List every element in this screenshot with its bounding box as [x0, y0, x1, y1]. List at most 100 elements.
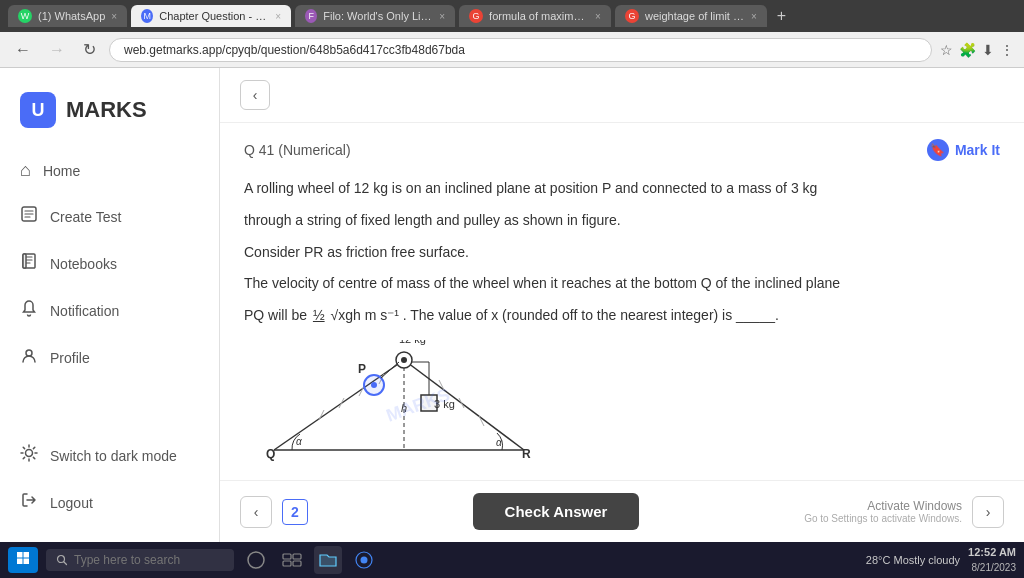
prev-question-button[interactable]: ‹ [240, 496, 272, 528]
svg-text:P: P [358, 362, 366, 376]
tab-filo[interactable]: F Filo: World's Only Live Inst... × [295, 5, 455, 27]
sidebar: U MARKS ⌂ Home Create Test [0, 68, 220, 542]
tab-close-marks[interactable]: × [275, 11, 281, 22]
physics-figure: P 12 kg 3 kg Q R h α α MARKS [244, 340, 564, 470]
logo-icon: U [20, 92, 56, 128]
svg-text:Q: Q [266, 447, 275, 461]
logout-icon [20, 491, 38, 514]
sidebar-item-dark-mode[interactable]: Switch to dark mode [0, 432, 219, 479]
profile-icon [20, 346, 38, 369]
mark-it-icon: 🔖 [927, 139, 949, 161]
browser-chrome: W (1) WhatsApp × M Chapter Question - MA… [0, 0, 1024, 32]
taskbar: 28°C Mostly cloudy 12:52 AM 8/21/2023 [0, 542, 1024, 578]
content-header: ‹ [220, 68, 1024, 123]
taskbar-chrome[interactable] [350, 546, 378, 574]
profile-label: Profile [50, 350, 90, 366]
back-content-button[interactable]: ‹ [240, 80, 270, 110]
figure-container: P 12 kg 3 kg Q R h α α MARKS [244, 340, 1000, 470]
question-line-3: Consider PR as friction free surface. [244, 241, 1000, 265]
svg-line-6 [274, 360, 404, 450]
svg-rect-41 [283, 561, 291, 566]
question-meta: Q 41 (Numerical) 🔖 Mark It [244, 139, 1000, 161]
tab-whatsapp[interactable]: W (1) WhatsApp × [8, 5, 127, 27]
svg-rect-40 [293, 554, 301, 559]
extensions-icon[interactable]: 🧩 [959, 42, 976, 58]
svg-point-3 [26, 350, 32, 356]
svg-rect-33 [17, 552, 23, 558]
question-area: Q 41 (Numerical) 🔖 Mark It A rolling whe… [220, 123, 1024, 480]
forward-button[interactable]: → [44, 39, 70, 61]
sidebar-item-notebooks[interactable]: Notebooks [0, 240, 219, 287]
tab-google1[interactable]: G formula of maximum elong... × [459, 5, 611, 27]
notification-label: Notification [50, 303, 119, 319]
dark-mode-label: Switch to dark mode [50, 448, 177, 464]
address-input[interactable] [109, 38, 932, 62]
question-line-1: A rolling wheel of 12 kg is on an inclin… [244, 177, 1000, 201]
svg-rect-2 [23, 254, 26, 268]
back-button[interactable]: ← [10, 39, 36, 61]
tab-close-g1[interactable]: × [595, 11, 601, 22]
check-answer-button[interactable]: Check Answer [473, 493, 640, 530]
fraction-symbol: ½ [313, 307, 325, 323]
svg-point-17 [401, 357, 407, 363]
tab-google2[interactable]: G weightage of limit continuit... × [615, 5, 767, 27]
toolbar-icons: ☆ 🧩 ⬇ ⋮ [940, 42, 1014, 58]
address-bar: ← → ↻ ☆ 🧩 ⬇ ⋮ [0, 32, 1024, 68]
menu-icon[interactable]: ⋮ [1000, 42, 1014, 58]
start-button[interactable] [8, 547, 38, 573]
marks-favicon: M [141, 9, 153, 23]
home-icon: ⌂ [20, 160, 31, 181]
svg-text:12 kg: 12 kg [399, 340, 426, 345]
notebooks-label: Notebooks [50, 256, 117, 272]
mark-it-button[interactable]: 🔖 Mark It [927, 139, 1000, 161]
answer-number: 2 [282, 499, 308, 525]
svg-point-4 [26, 450, 33, 457]
svg-rect-36 [24, 559, 30, 565]
sidebar-item-logout[interactable]: Logout [0, 479, 219, 526]
svg-point-44 [361, 557, 368, 564]
question-line-4: The velocity of centre of mass of the wh… [244, 272, 1000, 296]
notebooks-icon [20, 252, 38, 275]
taskbar-cortana[interactable] [242, 546, 270, 574]
tab-close-g2[interactable]: × [751, 11, 757, 22]
bottom-navigation: ‹ 2 Check Answer Activate Windows Go to … [220, 480, 1024, 542]
sidebar-item-profile[interactable]: Profile [0, 334, 219, 381]
sidebar-item-notification[interactable]: Notification [0, 287, 219, 334]
svg-text:R: R [522, 447, 531, 461]
logout-label: Logout [50, 495, 93, 511]
content-area: ‹ Q 41 (Numerical) 🔖 Mark It A rolling w… [220, 68, 1024, 542]
download-icon[interactable]: ⬇ [982, 42, 994, 58]
taskbar-search-input[interactable] [74, 553, 224, 567]
new-tab-button[interactable]: + [771, 7, 792, 25]
sidebar-logo: U MARKS [0, 84, 219, 148]
app-name: MARKS [66, 97, 147, 123]
main-container: U MARKS ⌂ Home Create Test [0, 68, 1024, 542]
svg-rect-35 [17, 559, 23, 565]
taskbar-explorer[interactable] [314, 546, 342, 574]
svg-rect-34 [24, 552, 30, 558]
svg-point-38 [248, 552, 264, 568]
tab-close-whatsapp[interactable]: × [111, 11, 117, 22]
svg-text:α: α [296, 436, 302, 447]
svg-text:α: α [496, 437, 502, 448]
svg-line-10 [339, 398, 344, 408]
weather-info: 28°C Mostly cloudy [866, 554, 960, 566]
dark-mode-icon [20, 444, 38, 467]
svg-text:MARKS: MARKS [384, 384, 453, 425]
reload-button[interactable]: ↻ [78, 38, 101, 61]
tab-close-filo[interactable]: × [439, 11, 445, 22]
mark-it-label: Mark It [955, 142, 1000, 158]
whatsapp-favicon: W [18, 9, 32, 23]
svg-rect-39 [283, 554, 291, 559]
svg-line-14 [459, 398, 464, 408]
next-question-button[interactable]: › [972, 496, 1004, 528]
bookmark-icon[interactable]: ☆ [940, 42, 953, 58]
question-number: Q 41 (Numerical) [244, 142, 351, 158]
question-body: A rolling wheel of 12 kg is on an inclin… [244, 177, 1000, 328]
sidebar-item-home[interactable]: ⌂ Home [0, 148, 219, 193]
sidebar-item-create-test[interactable]: Create Test [0, 193, 219, 240]
tab-marks[interactable]: M Chapter Question - MARKS × [131, 5, 291, 27]
taskbar-taskview[interactable] [278, 546, 306, 574]
taskbar-search[interactable] [46, 549, 234, 571]
activate-windows-notice: Activate Windows Go to Settings to activ… [804, 499, 962, 524]
